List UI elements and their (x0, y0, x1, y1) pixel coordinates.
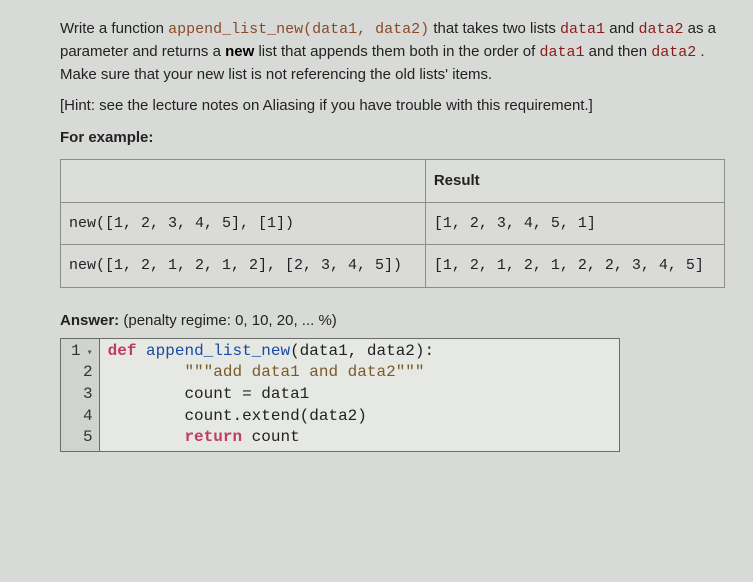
example-table: Result new([1, 2, 3, 4, 5], [1]) [1, 2, … (60, 159, 725, 288)
keyword-return: return (108, 428, 242, 446)
table-header-result: Result (425, 159, 724, 202)
problem-description: Write a function append_list_new(data1, … (60, 18, 725, 149)
line-number: 5 (71, 427, 93, 449)
line-number: 3 (71, 384, 93, 406)
code-docstring: """add data1 and data2""" (108, 363, 425, 381)
answer-section: Answer: (penalty regime: 0, 10, 20, ... … (60, 310, 725, 452)
function-signature: append_list_new(data1, data2) (168, 21, 429, 38)
code-text: count (108, 385, 242, 403)
answer-label: Answer: (60, 312, 119, 329)
line-number-gutter: 1 2 3 4 5 (61, 339, 100, 451)
code-fn-name: append_list_new (136, 342, 290, 360)
text: Write a function (60, 20, 168, 37)
param-data1: data1 (560, 21, 605, 38)
desc-para-hint: [Hint: see the lecture notes on Aliasing… (60, 95, 725, 117)
desc-para-1: Write a function append_list_new(data1, … (60, 18, 725, 85)
code-text: count (242, 428, 300, 446)
param-data2: data2 (651, 44, 696, 61)
text: and then (584, 43, 651, 60)
code-text: (data1, data2): (290, 342, 434, 360)
emph-new: new (225, 43, 254, 60)
example-result: [1, 2, 3, 4, 5, 1] (425, 202, 724, 245)
keyword-def: def (108, 342, 137, 360)
param-data2: data2 (638, 21, 683, 38)
penalty-regime: (penalty regime: 0, 10, 20, ... %) (119, 312, 337, 329)
for-example-label: For example: (60, 127, 725, 149)
table-row: new([1, 2, 1, 2, 1, 2], [2, 3, 4, 5]) [1… (61, 245, 725, 288)
line-number: 4 (71, 406, 93, 428)
code-content[interactable]: def append_list_new(data1, data2): """ad… (100, 339, 619, 451)
example-result: [1, 2, 1, 2, 1, 2, 2, 3, 4, 5] (425, 245, 724, 288)
text: that takes two lists (429, 20, 560, 37)
text: list that appends them both in the order… (254, 43, 539, 60)
table-row: new([1, 2, 3, 4, 5], [1]) [1, 2, 3, 4, 5… (61, 202, 725, 245)
table-header-call (61, 159, 426, 202)
line-number: 1 (71, 341, 93, 363)
code-editor[interactable]: 1 2 3 4 5 def append_list_new(data1, dat… (60, 338, 620, 452)
param-data1: data1 (539, 44, 584, 61)
code-op: = (242, 385, 252, 403)
example-call: new([1, 2, 3, 4, 5], [1]) (61, 202, 426, 245)
code-text: data1 (252, 385, 310, 403)
text: and (605, 20, 638, 37)
example-call: new([1, 2, 1, 2, 1, 2], [2, 3, 4, 5]) (61, 245, 426, 288)
code-text: count.extend(data2) (108, 407, 367, 425)
line-number: 2 (71, 362, 93, 384)
